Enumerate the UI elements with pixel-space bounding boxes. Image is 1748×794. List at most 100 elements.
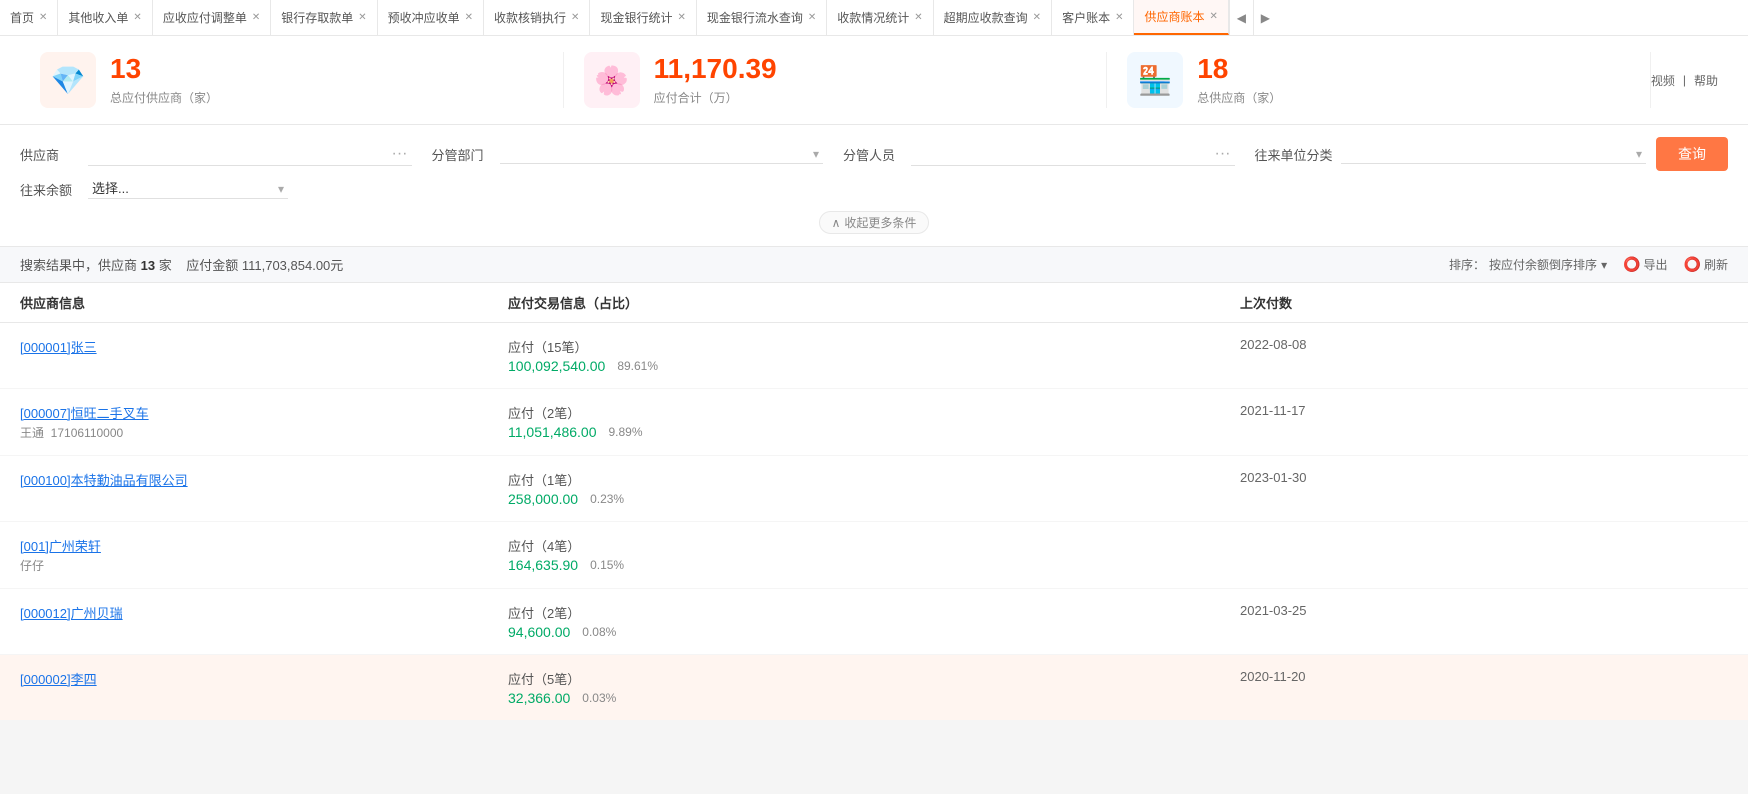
close-tab-cash-bank-query[interactable]: ✕ [808,12,816,23]
sort-select[interactable]: 排序： 按应付余额倒序排序 ▾ [1449,256,1607,273]
nav-tab-collection-stat[interactable]: 收款情况统计 ✕ [827,0,933,35]
person-dots-icon[interactable]: ··· [1215,145,1231,163]
supplier-link-6[interactable]: [000002]李四 [20,672,97,687]
supplier-input[interactable] [92,146,392,161]
filter-item-category: 往来单位分类 ▾ [1255,144,1647,164]
lastpay-cell-2: 2021-11-17 [1240,403,1728,418]
category-chevron-icon: ▾ [1636,147,1642,161]
close-tab-pre-collect[interactable]: ✕ [465,12,473,23]
supplier-cell-2: [000007]恒旺二手叉车 王通 17106110000 [20,403,508,441]
sort-label: 排序： [1449,256,1485,273]
close-tab-collection-verify[interactable]: ✕ [571,12,579,23]
stat-cards-area: 💎 13 总应付供应商（家） 🌸 11,170.39 应付合计（万） 🏪 18 … [0,36,1748,125]
tx-amount-3[interactable]: 258,000.00 [508,491,578,507]
category-select[interactable] [1345,146,1636,161]
video-link[interactable]: 视频 [1651,72,1675,89]
tx-cell-2: 应付（2笔） 11,051,486.00 9.89% [508,403,1240,440]
nav-prev-button[interactable]: ◀ [1229,0,1253,35]
tx-amount-6[interactable]: 32,366.00 [508,690,570,706]
query-button[interactable]: 查询 [1656,137,1728,171]
stat-number-1: 13 [110,54,218,85]
supplier-link-5[interactable]: [000012]广州贝瑞 [20,606,123,621]
last-pay-3: 2023-01-30 [1240,470,1307,485]
last-pay-6: 2020-11-20 [1240,669,1306,684]
nav-tab-home[interactable]: 首页 ✕ [0,0,58,35]
nav-tab-collection-verify[interactable]: 收款核销执行 ✕ [484,0,590,35]
top-right-links: 视频 | 帮助 [1651,72,1728,89]
dept-select-wrap: ▾ [500,144,824,164]
tx-amount-5[interactable]: 94,600.00 [508,624,570,640]
last-pay-2: 2021-11-17 [1240,403,1306,418]
supplier-link-4[interactable]: [001]广州荣轩 [20,539,101,554]
supplier-cell-5: [000012]广州贝瑞 [20,603,508,622]
filter-item-dept: 分管部门 ▾ [432,144,824,164]
tx-amount-1[interactable]: 100,092,540.00 [508,358,605,374]
person-input-wrap: ··· [911,143,1235,166]
stat-info-1: 13 总应付供应商（家） [110,54,218,106]
close-tab-overdue-ar[interactable]: ✕ [1033,12,1041,23]
close-tab-collection-stat[interactable]: ✕ [914,12,922,23]
stat-info-2: 11,170.39 应付合计（万） [654,54,777,106]
close-tab-home[interactable]: ✕ [39,12,47,23]
nav-tab-other-income[interactable]: 其他收入单 ✕ [58,0,152,35]
stat-info-3: 18 总供应商（家） [1197,54,1281,106]
result-actions: 排序： 按应付余额倒序排序 ▾ ⭕ 导出 ⭕ 刷新 [1449,256,1728,273]
tx-cell-4: 应付（4笔） 164,635.90 0.15% [508,536,1240,573]
supplier-link-3[interactable]: [000100]本特勤油品有限公司 [20,473,188,488]
nav-tab-ar-ap-adjust[interactable]: 应收应付调整单 ✕ [153,0,271,35]
nav-tab-cash-bank-stat[interactable]: 现金银行统计 ✕ [590,0,696,35]
export-button[interactable]: ⭕ 导出 [1623,256,1667,273]
supplier-dots-icon[interactable]: ··· [392,145,408,163]
nav-tab-bank-deposit[interactable]: 银行存取款单 ✕ [271,0,377,35]
filter-area: 供应商 ··· 分管部门 ▾ 分管人员 ··· 往来单位分类 [0,125,1748,247]
col-header-tx: 应付交易信息（占比） [508,293,1240,312]
supplier-filter-label: 供应商 [20,145,80,164]
help-link[interactable]: 帮助 [1694,72,1718,89]
balance-select[interactable]: 选择... [92,181,278,196]
nav-next-button[interactable]: ▶ [1253,0,1277,35]
nav-tab-cash-bank-query[interactable]: 现金银行流水查询 ✕ [697,0,827,35]
tx-pct-2: 9.89% [609,425,643,439]
supplier-link-2[interactable]: [000007]恒旺二手叉车 [20,406,149,421]
result-supplier-count: 13 [141,258,155,273]
stat-label-3: 总供应商（家） [1197,89,1281,106]
close-tab-bank-deposit[interactable]: ✕ [358,12,366,23]
close-tab-ar-ap-adjust[interactable]: ✕ [252,12,260,23]
table-row: [001]广州荣轩 仔仔 应付（4笔） 164,635.90 0.15% [0,522,1748,589]
lastpay-cell-1: 2022-08-08 [1240,337,1728,352]
person-input[interactable] [915,146,1215,161]
result-amount-label: 应付金额 [186,258,238,273]
tx-pct-4: 0.15% [590,558,624,572]
stat-label-2: 应付合计（万） [654,89,777,106]
tx-amount-row-2: 11,051,486.00 9.89% [508,424,1240,440]
filter-row-2: 往来余额 选择... ▾ [20,179,1728,199]
close-tab-supplier-ledger[interactable]: ✕ [1209,11,1217,22]
sort-chevron-icon: ▾ [1601,258,1607,272]
refresh-button[interactable]: ⭕ 刷新 [1684,256,1728,273]
nav-tab-customer-ledger[interactable]: 客户账本 ✕ [1052,0,1134,35]
stat-card-suppliers-payable: 💎 13 总应付供应商（家） [20,52,564,108]
nav-tab-overdue-ar[interactable]: 超期应收款查询 ✕ [934,0,1052,35]
stat-icon-1: 💎 [40,52,96,108]
main-table: 供应商信息 应付交易信息（占比） 上次付数 [000001]张三 应付（15笔）… [0,283,1748,721]
result-amount-value: 111,703,854.00元 [242,258,343,273]
table-row: [000002]李四 应付（5笔） 32,366.00 0.03% 2020-1… [0,655,1748,721]
filter-row-1: 供应商 ··· 分管部门 ▾ 分管人员 ··· 往来单位分类 [20,137,1728,171]
supplier-link-1[interactable]: [000001]张三 [20,340,97,355]
export-label: 导出 [1644,256,1668,273]
tx-amount-4[interactable]: 164,635.90 [508,557,578,573]
collapse-button[interactable]: ∧ 收起更多条件 [819,211,930,234]
tx-label-3: 应付（1笔） [508,470,1240,489]
nav-tab-pre-collect[interactable]: 预收冲应收单 ✕ [378,0,484,35]
collapse-label: 收起更多条件 [844,214,916,231]
refresh-icon: ⭕ [1684,256,1701,273]
close-tab-other-income[interactable]: ✕ [133,12,141,23]
dept-select[interactable] [504,146,813,161]
stat-icon-2: 🌸 [584,52,640,108]
nav-tab-supplier-ledger[interactable]: 供应商账本 ✕ [1134,0,1228,35]
close-tab-customer-ledger[interactable]: ✕ [1115,12,1123,23]
sort-value: 按应付余额倒序排序 [1489,256,1597,273]
stat-label-1: 总应付供应商（家） [110,89,218,106]
tx-amount-2[interactable]: 11,051,486.00 [508,424,597,440]
close-tab-cash-bank-stat[interactable]: ✕ [677,12,685,23]
